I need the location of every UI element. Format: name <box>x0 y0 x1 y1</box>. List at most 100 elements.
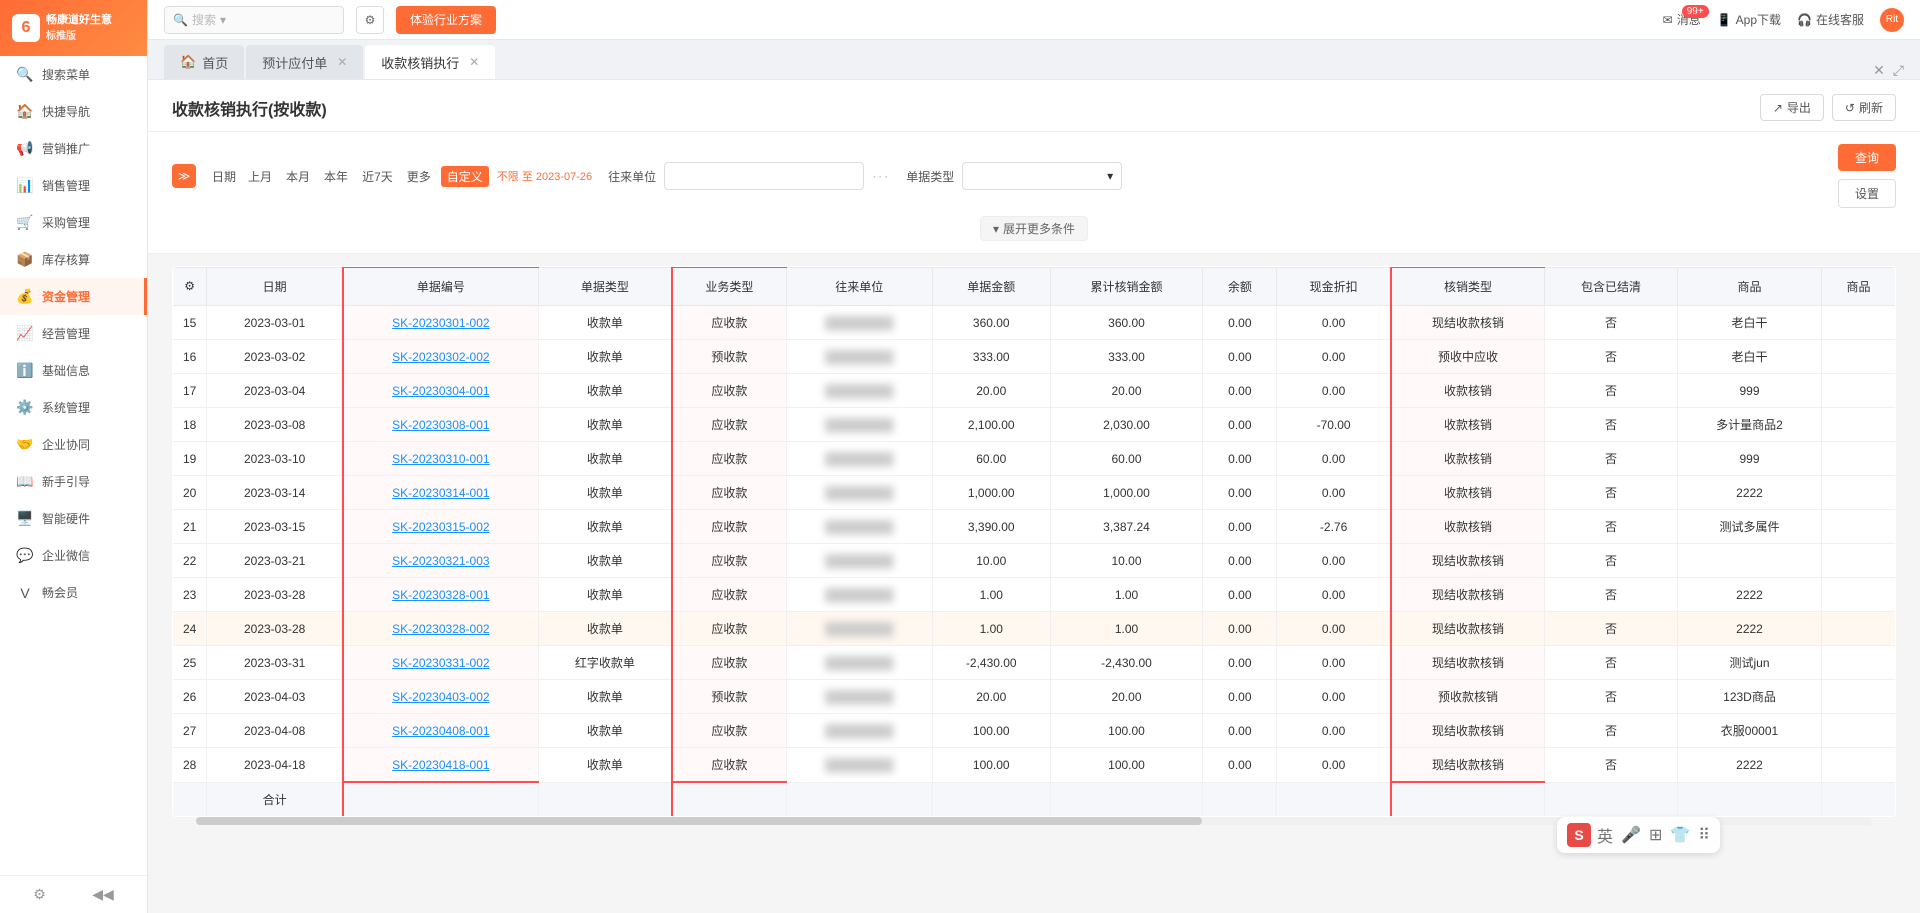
sidebar-item-purchase[interactable]: 🛒 采购管理 <box>0 204 147 241</box>
settings-icon[interactable]: ⚙ <box>33 886 46 903</box>
row-writeoff-type: 现结收款核销 <box>1391 306 1545 340</box>
row-balance: 0.00 <box>1203 578 1277 612</box>
row-biz-type: 应收款 <box>672 442 786 476</box>
row-date: 2023-03-28 <box>207 578 343 612</box>
close-tab-icon[interactable]: ✕ <box>1873 62 1885 79</box>
bill-no-link[interactable]: SK-20230308-001 <box>392 418 489 432</box>
filter-this-month[interactable]: 本月 <box>282 166 314 187</box>
app-download-button[interactable]: 📱 App下载 <box>1717 11 1781 28</box>
user-avatar[interactable]: Rit <box>1880 8 1904 32</box>
scrollbar-thumb[interactable] <box>196 817 1202 825</box>
row-no: 16 <box>173 340 207 374</box>
sidebar-icon-collab: 🤝 <box>16 436 34 453</box>
sidebar-icon-sales: 📊 <box>16 177 34 194</box>
tabs-actions: ✕ ⤢ <box>1873 62 1904 79</box>
sidebar-label-ops: 经营管理 <box>42 325 90 342</box>
sidebar-item-guide[interactable]: 📖 新手引导 <box>0 463 147 500</box>
sidebar-icon-purchase: 🛒 <box>16 214 34 231</box>
counterpart-value: ████████ <box>825 520 893 534</box>
bill-type-select[interactable]: ▾ <box>962 162 1122 190</box>
bill-no-link[interactable]: SK-20230310-001 <box>392 452 489 466</box>
filter-custom-date[interactable]: 自定义 <box>441 166 489 187</box>
filter-last-month[interactable]: 上月 <box>244 166 276 187</box>
sidebar-item-finance[interactable]: 💰 资金管理 <box>0 278 147 315</box>
bill-type-arrow-icon: ▾ <box>1107 169 1113 183</box>
solution-button[interactable]: 体验行业方案 <box>396 6 496 34</box>
table-row: 16 2023-03-02 SK-20230302-002 收款单 预收款 ██… <box>173 340 1896 374</box>
tab-close-prepay[interactable]: ✕ <box>337 55 347 69</box>
sidebar-item-ops[interactable]: 📈 经营管理 <box>0 315 147 352</box>
counterpart-value: ████████ <box>825 656 893 670</box>
bill-no-link[interactable]: SK-20230302-002 <box>392 350 489 364</box>
export-button[interactable]: ↗ 导出 <box>1760 94 1824 121</box>
bill-no-link[interactable]: SK-20230314-001 <box>392 486 489 500</box>
row-balance: 0.00 <box>1203 476 1277 510</box>
row-product1: 衣服00001 <box>1678 714 1822 748</box>
row-product2 <box>1821 612 1895 646</box>
messages-button[interactable]: ✉ 消息 99+ <box>1663 11 1701 28</box>
bill-no-link[interactable]: SK-20230304-001 <box>392 384 489 398</box>
tab-prepay[interactable]: 预计应付单 ✕ <box>246 45 363 79</box>
col-settings[interactable]: ⚙ <box>173 267 207 306</box>
sidebar-item-system[interactable]: ⚙️ 系统管理 <box>0 389 147 426</box>
filter-toggle-button[interactable]: ≫ <box>172 164 196 188</box>
row-amount: 100.00 <box>932 714 1050 748</box>
sidebar-item-base[interactable]: ℹ️ 基础信息 <box>0 352 147 389</box>
tab-close-writeoff[interactable]: ✕ <box>469 55 479 69</box>
sidebar-item-sales[interactable]: 📊 销售管理 <box>0 167 147 204</box>
row-bill-no: SK-20230418-001 <box>343 748 538 783</box>
expand-tab-icon[interactable]: ⤢ <box>1893 62 1904 79</box>
row-biz-type: 应收款 <box>672 612 786 646</box>
sidebar-item-hardware[interactable]: 🖥️ 智能硬件 <box>0 500 147 537</box>
gear-button[interactable]: ⚙ <box>356 6 384 34</box>
filter-expand-button[interactable]: ▾ 展开更多条件 <box>980 216 1088 241</box>
sidebar-item-quicknav[interactable]: 🏠 快捷导航 <box>0 93 147 130</box>
topbar-search-box[interactable]: 🔍 搜索 ▾ <box>164 6 344 34</box>
filter-this-year[interactable]: 本年 <box>320 166 352 187</box>
bill-no-link[interactable]: SK-20230301-002 <box>392 316 489 330</box>
row-writeoff-type: 收款核销 <box>1391 510 1545 544</box>
row-date: 2023-03-02 <box>207 340 343 374</box>
row-bill-no: SK-20230328-001 <box>343 578 538 612</box>
query-button[interactable]: 查询 <box>1838 144 1896 171</box>
filter-bar: ≫ 日期 上月 本月 本年 近7天 更多 自定义 不限 至 2023-07-26… <box>148 132 1920 254</box>
filter-more-date[interactable]: 更多 <box>403 166 435 187</box>
sidebar-label-finance: 资金管理 <box>42 288 90 305</box>
sidebar-item-search[interactable]: 🔍 搜索菜单 <box>0 56 147 93</box>
counterpart-input[interactable] <box>664 162 864 190</box>
filter-7days[interactable]: 近7天 <box>358 166 397 187</box>
row-bill-type: 收款单 <box>538 442 672 476</box>
filter-setting-button[interactable]: 设置 <box>1838 179 1896 208</box>
bill-no-link[interactable]: SK-20230321-003 <box>392 554 489 568</box>
row-product2 <box>1821 544 1895 578</box>
row-include-cleared: 否 <box>1544 544 1677 578</box>
sidebar-icon-guide: 📖 <box>16 473 34 490</box>
row-product2 <box>1821 374 1895 408</box>
sidebar-item-member[interactable]: V 畅会员 <box>0 574 147 611</box>
tab-writeoff[interactable]: 收款核销执行 ✕ <box>365 45 495 79</box>
row-counterpart: ████████ <box>786 442 932 476</box>
row-date: 2023-03-08 <box>207 408 343 442</box>
main-area: 🔍 搜索 ▾ ⚙ 体验行业方案 ✉ 消息 99+ 📱 App下载 🎧 在线客服 … <box>148 0 1920 913</box>
counterpart-value: ████████ <box>825 690 893 704</box>
row-counterpart: ████████ <box>786 544 932 578</box>
online-service-button[interactable]: 🎧 在线客服 <box>1797 11 1864 28</box>
collapse-icon[interactable]: ◀◀ <box>92 886 114 903</box>
bill-no-link[interactable]: SK-20230418-001 <box>392 758 489 772</box>
tab-home[interactable]: 🏠 首页 <box>164 45 244 79</box>
refresh-button[interactable]: ↺ 刷新 <box>1832 94 1896 121</box>
watermark: S 英 🎤 ⊞ 👕 ⠿ <box>1557 817 1720 853</box>
sidebar-item-inventory[interactable]: 📦 库存核算 <box>0 241 147 278</box>
sidebar-item-marketing[interactable]: 📢 营销推广 <box>0 130 147 167</box>
table-row: 28 2023-04-18 SK-20230418-001 收款单 应收款 ██… <box>173 748 1896 783</box>
bill-no-link[interactable]: SK-20230331-002 <box>392 656 489 670</box>
sidebar-item-collab[interactable]: 🤝 企业协同 <box>0 426 147 463</box>
bill-no-link[interactable]: SK-20230328-002 <box>392 622 489 636</box>
sidebar-item-wechat[interactable]: 💬 企业微信 <box>0 537 147 574</box>
bill-no-link[interactable]: SK-20230408-001 <box>392 724 489 738</box>
bill-no-link[interactable]: SK-20230403-002 <box>392 690 489 704</box>
bill-no-link[interactable]: SK-20230315-002 <box>392 520 489 534</box>
row-amount: 20.00 <box>932 680 1050 714</box>
bill-no-link[interactable]: SK-20230328-001 <box>392 588 489 602</box>
row-bill-no: SK-20230331-002 <box>343 646 538 680</box>
